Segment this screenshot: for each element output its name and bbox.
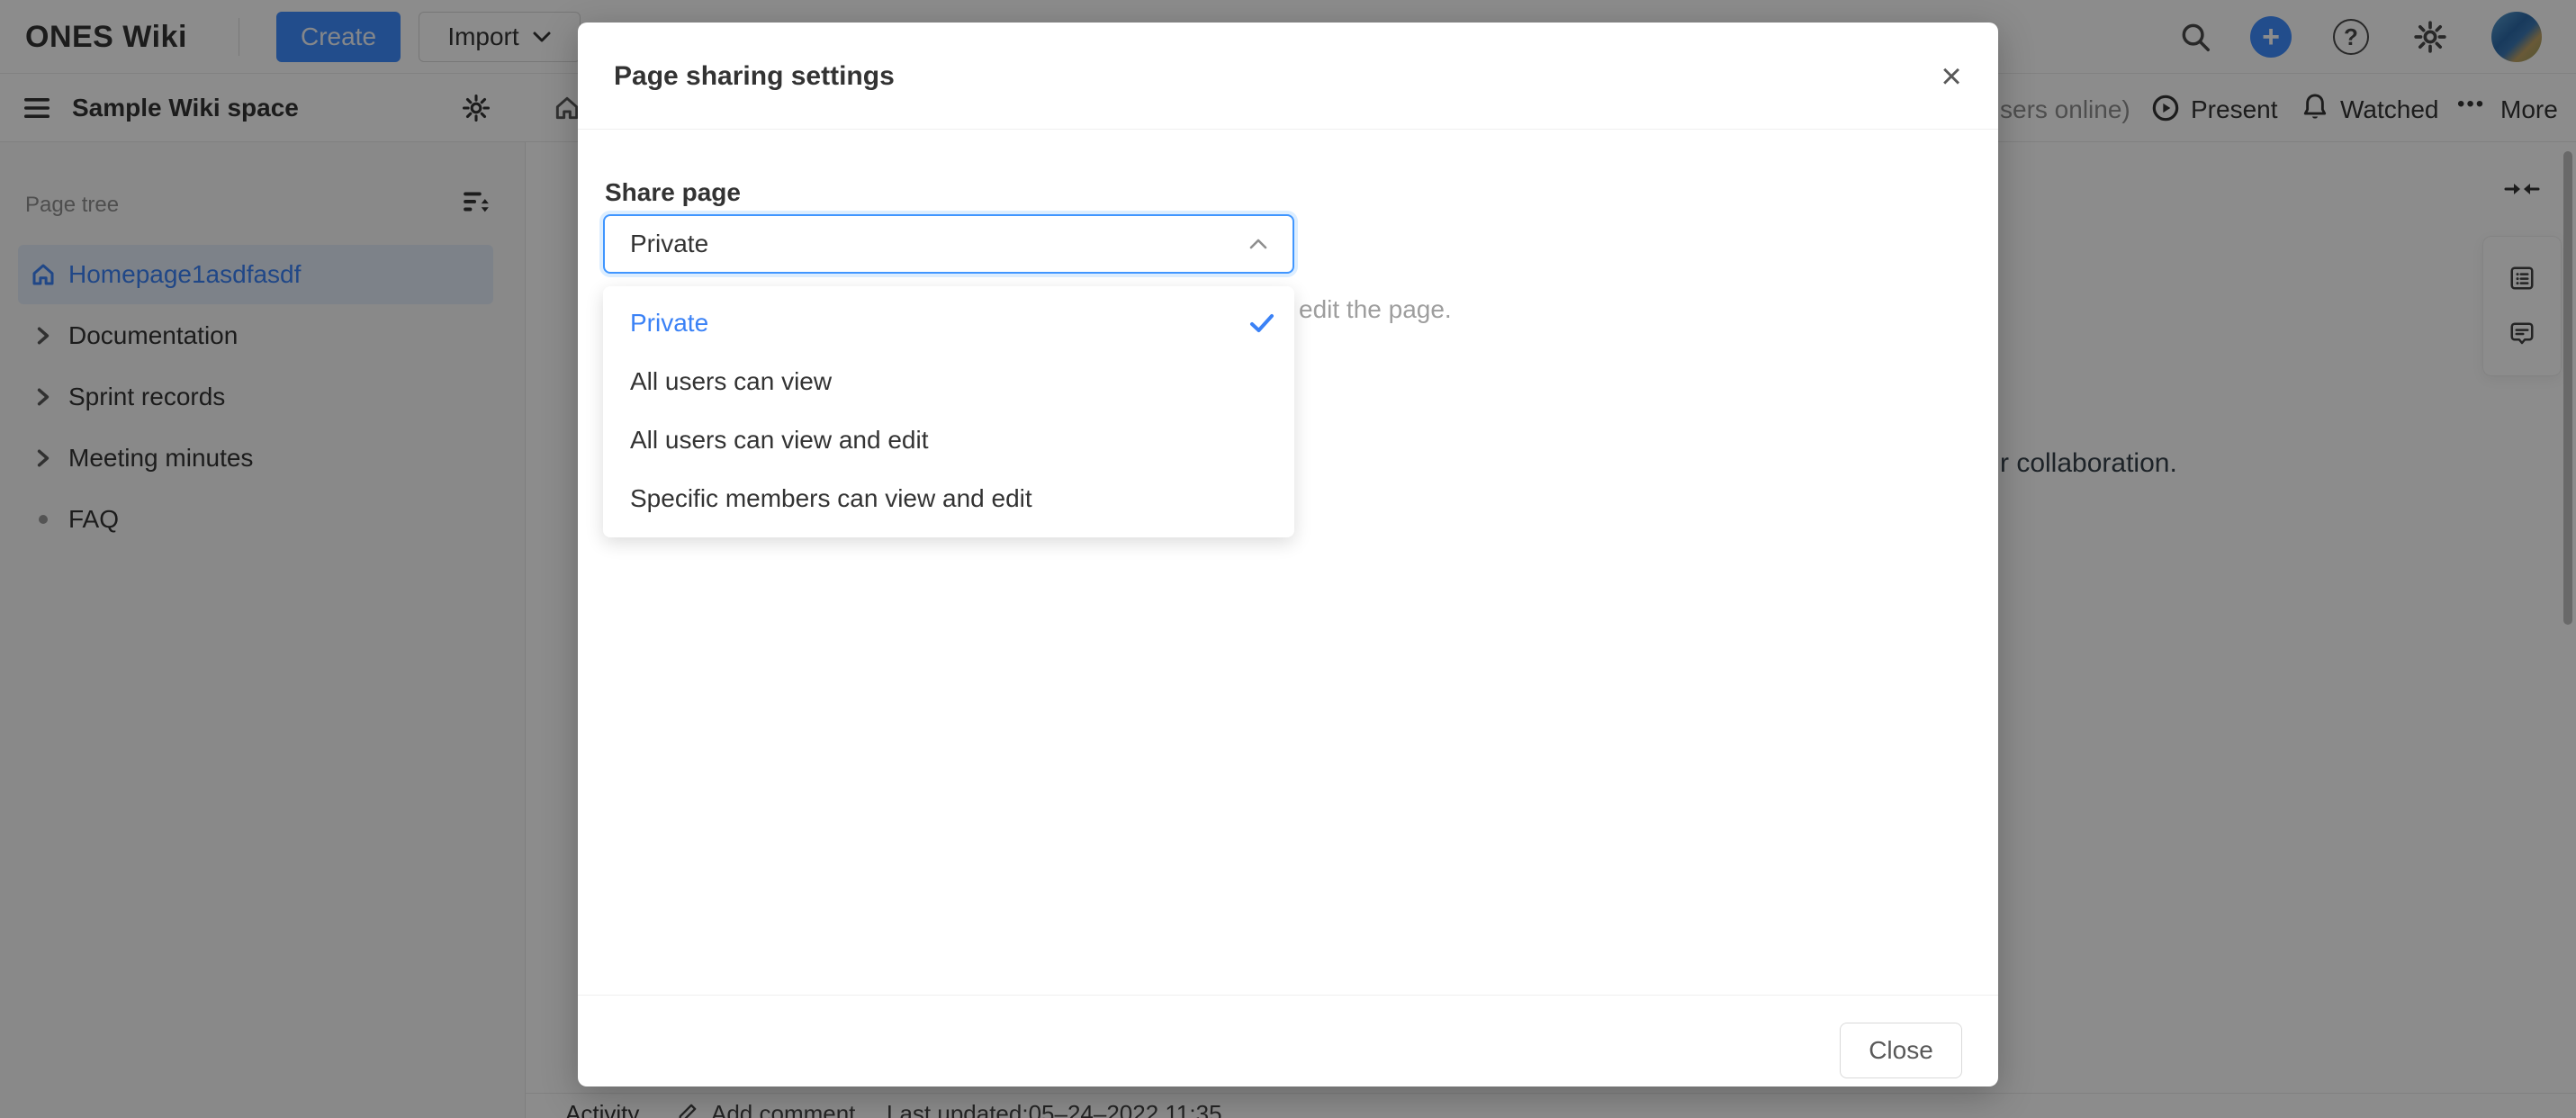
- option-all-users-view-edit[interactable]: All users can view and edit: [603, 410, 1294, 469]
- chevron-up-icon: [1247, 237, 1269, 251]
- share-options-dropdown: Private All users can view All users can…: [603, 286, 1294, 537]
- page-sharing-modal: Page sharing settings × Share page Priva…: [578, 23, 1998, 1086]
- page: ONES Wiki Create Import + ? Sample Wiki …: [0, 0, 2576, 1118]
- option-label: All users can view and edit: [630, 425, 929, 454]
- option-label: Private: [630, 308, 709, 337]
- option-label: All users can view: [630, 366, 833, 395]
- close-button-label: Close: [1869, 1036, 1933, 1064]
- close-button[interactable]: Close: [1840, 1023, 1962, 1078]
- close-icon[interactable]: ×: [1924, 50, 1978, 104]
- modal-title: Page sharing settings: [614, 60, 895, 91]
- share-select-value: Private: [630, 230, 709, 257]
- option-private[interactable]: Private: [603, 293, 1294, 352]
- share-page-label: Share page: [605, 178, 741, 206]
- option-all-users-view[interactable]: All users can view: [603, 352, 1294, 410]
- share-select[interactable]: Private: [603, 214, 1294, 274]
- option-label: Specific members can view and edit: [630, 483, 1032, 512]
- modal-header: Page sharing settings ×: [578, 23, 1998, 130]
- option-specific-members[interactable]: Specific members can view and edit: [603, 469, 1294, 527]
- check-icon: [1249, 312, 1274, 334]
- modal-footer-divider: [578, 995, 1998, 996]
- share-helper-text: edit the page.: [1299, 295, 1452, 323]
